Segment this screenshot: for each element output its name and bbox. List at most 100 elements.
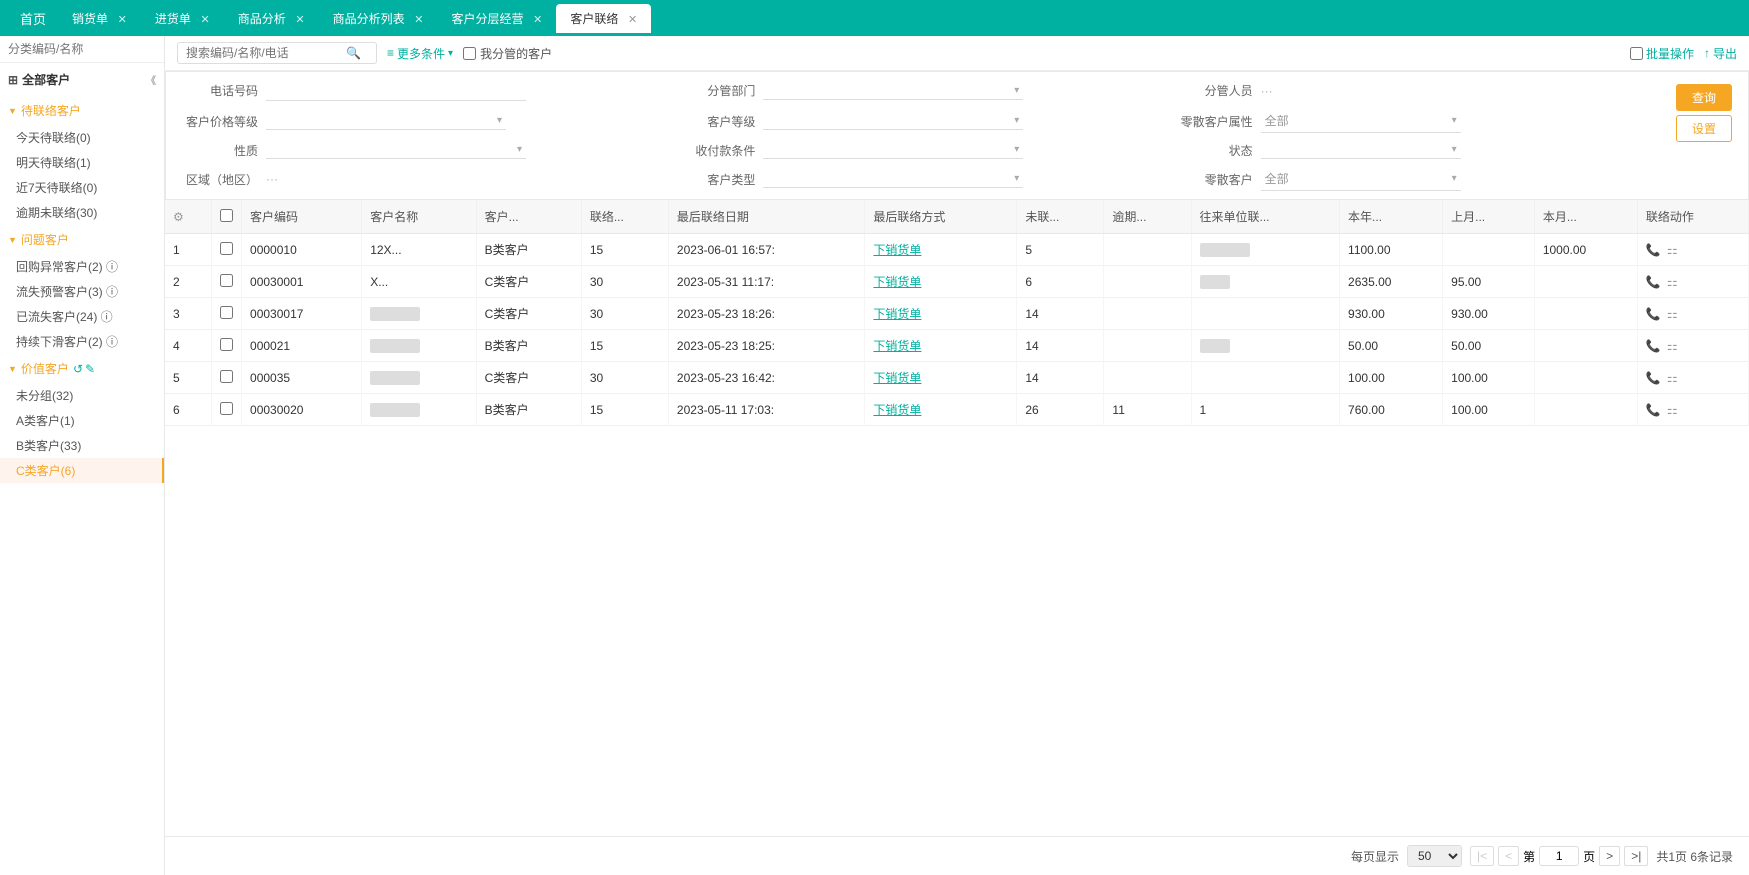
filter-input-phone[interactable] — [266, 80, 526, 101]
row-actions[interactable]: 📞 ⚏ — [1637, 330, 1748, 362]
sidebar-section-pending[interactable]: 待联络客户 — [0, 96, 164, 125]
close-tab-analysis[interactable]: ✕ — [295, 14, 304, 26]
edit-value-icon[interactable]: ✎ — [85, 362, 95, 376]
row-code: 00030020 — [242, 394, 362, 426]
grid-action-icon[interactable]: ⚏ — [1667, 339, 1678, 353]
row-last-month: 930.00 — [1443, 298, 1535, 330]
nav-tab-customer-contact[interactable]: 客户联络 ✕ — [556, 4, 651, 33]
row-last-method[interactable]: 下销货单 — [865, 234, 1017, 266]
close-tab-analysis-list[interactable]: ✕ — [414, 14, 423, 26]
page-number-input[interactable] — [1539, 846, 1579, 866]
grid-action-icon[interactable]: ⚏ — [1667, 371, 1678, 385]
row-actions[interactable]: 📞 ⚏ — [1637, 394, 1748, 426]
nav-tab-sales[interactable]: 销货单 ✕ — [58, 4, 141, 33]
nav-tab-analysis[interactable]: 商品分析 ✕ — [224, 4, 319, 33]
toolbar-search-button[interactable]: 🔍 — [346, 46, 361, 60]
row-actions[interactable]: 📞 ⚏ — [1637, 298, 1748, 330]
sidebar-item-7days[interactable]: 近7天待联络(0) — [0, 175, 164, 200]
phone-icon[interactable]: 📞 — [1646, 307, 1661, 321]
close-tab-customer-segment[interactable]: ✕ — [533, 14, 542, 26]
row-unlinked: 26 — [1017, 394, 1104, 426]
query-button[interactable]: 查询 — [1676, 84, 1732, 111]
row-actions[interactable]: 📞 ⚏ — [1637, 362, 1748, 394]
sidebar-item-overdue[interactable]: 逾期未联络(30) — [0, 200, 164, 225]
sidebar-item-class-b[interactable]: B类客户(33) — [0, 433, 164, 458]
close-tab-customer-contact[interactable]: ✕ — [628, 14, 637, 26]
nav-tab-purchase[interactable]: 进货单 ✕ — [141, 4, 224, 33]
last-page-button[interactable]: >| — [1624, 846, 1648, 866]
more-conditions-button[interactable]: ≡ 更多条件 ▾ — [387, 45, 453, 62]
sidebar-item-churn-warning[interactable]: 流失预警客户(3) ⓘ — [0, 279, 164, 304]
collapse-sidebar-icon[interactable]: 《 — [146, 72, 156, 87]
phone-icon[interactable]: 📞 — [1646, 243, 1661, 257]
row-checkbox[interactable] — [212, 394, 242, 426]
phone-icon[interactable]: 📞 — [1646, 275, 1661, 289]
row-last-method[interactable]: 下销货单 — [865, 266, 1017, 298]
row-actions[interactable]: 📞 ⚏ — [1637, 266, 1748, 298]
phone-icon[interactable]: 📞 — [1646, 339, 1661, 353]
filter-select-dept[interactable]: ▾ — [763, 82, 1023, 100]
next-page-button[interactable]: > — [1599, 846, 1620, 866]
sidebar-item-ungrouped[interactable]: 未分组(32) — [0, 383, 164, 408]
first-page-button[interactable]: |< — [1470, 846, 1494, 866]
row-checkbox[interactable] — [212, 234, 242, 266]
sidebar-search-input[interactable] — [8, 42, 163, 56]
row-actions[interactable]: 📞 ⚏ — [1637, 234, 1748, 266]
select-all-checkbox[interactable] — [220, 209, 233, 222]
row-this-month — [1534, 298, 1637, 330]
filter-ellipsis-person[interactable]: ··· — [1261, 84, 1273, 98]
prev-page-button[interactable]: < — [1498, 846, 1519, 866]
grid-action-icon[interactable]: ⚏ — [1667, 275, 1678, 289]
phone-icon[interactable]: 📞 — [1646, 371, 1661, 385]
close-tab-purchase[interactable]: ✕ — [201, 14, 210, 26]
row-checkbox[interactable] — [212, 298, 242, 330]
my-customers-checkbox[interactable] — [463, 47, 476, 60]
sidebar-all-customers[interactable]: ⊞ 全部客户 《 — [0, 63, 164, 96]
batch-checkbox[interactable] — [1630, 47, 1643, 60]
row-last-method[interactable]: 下销货单 — [865, 330, 1017, 362]
filter-select-customer-level[interactable]: ▾ — [763, 112, 1023, 130]
sidebar-item-class-c[interactable]: C类客户(6) — [0, 458, 164, 483]
col-customer-type: 客户... — [476, 200, 581, 234]
filter-select-nature[interactable]: ▾ — [266, 141, 526, 159]
sidebar-item-today[interactable]: 今天待联络(0) — [0, 125, 164, 150]
filter-select-scatter-customer[interactable]: 全部 ▾ — [1261, 167, 1461, 191]
set-button[interactable]: 设置 — [1676, 115, 1732, 142]
grid-action-icon[interactable]: ⚏ — [1667, 243, 1678, 257]
export-button[interactable]: ↑ 导出 — [1704, 45, 1737, 62]
row-checkbox[interactable] — [212, 266, 242, 298]
nav-tab-home[interactable]: 首页 — [8, 3, 58, 34]
filter-select-scatter-attr[interactable]: 全部 ▾ — [1261, 109, 1461, 133]
grid-action-icon[interactable]: ⚏ — [1667, 403, 1678, 417]
filter-select-payment[interactable]: ▾ — [763, 141, 1023, 159]
row-last-method[interactable]: 下销货单 — [865, 362, 1017, 394]
row-last-method[interactable]: 下销货单 — [865, 298, 1017, 330]
row-checkbox[interactable] — [212, 330, 242, 362]
sidebar-section-problem[interactable]: 问题客户 — [0, 225, 164, 254]
sidebar-item-declining[interactable]: 持续下滑客户(2) ⓘ — [0, 329, 164, 354]
sidebar-item-tomorrow[interactable]: 明天待联络(1) — [0, 150, 164, 175]
sidebar-item-abnormal-repurchase[interactable]: 回购异常客户(2) ⓘ — [0, 254, 164, 279]
close-tab-sales[interactable]: ✕ — [118, 14, 127, 26]
phone-icon[interactable]: 📞 — [1646, 403, 1661, 417]
nav-tab-analysis-list[interactable]: 商品分析列表 ✕ — [319, 4, 438, 33]
nav-tab-customer-segment[interactable]: 客户分层经营 ✕ — [437, 4, 556, 33]
sidebar-section-value[interactable]: 价值客户 ↺ ✎ — [0, 354, 164, 383]
batch-operation-button[interactable]: 批量操作 — [1630, 45, 1694, 62]
toolbar-search-input[interactable] — [186, 46, 346, 60]
filter-ellipsis-region[interactable]: ··· — [266, 172, 278, 186]
per-page-select[interactable]: 50 100 200 — [1407, 845, 1462, 867]
row-last-method[interactable]: 下销货单 — [865, 394, 1017, 426]
grid-action-icon[interactable]: ⚏ — [1667, 307, 1678, 321]
filter-select-status[interactable]: ▾ — [1261, 141, 1461, 159]
sidebar-item-class-a[interactable]: A类客户(1) — [0, 408, 164, 433]
row-overdue — [1104, 330, 1191, 362]
sidebar-item-churned[interactable]: 已流失客户(24) ⓘ — [0, 304, 164, 329]
filter-select-customer-type[interactable]: ▾ — [763, 170, 1023, 188]
col-year: 本年... — [1340, 200, 1443, 234]
row-checkbox[interactable] — [212, 362, 242, 394]
refresh-value-icon[interactable]: ↺ — [73, 362, 83, 376]
filter-select-price-level[interactable]: ▾ — [266, 112, 506, 130]
col-gear[interactable]: ⚙ — [165, 200, 212, 234]
col-select-all[interactable] — [212, 200, 242, 234]
